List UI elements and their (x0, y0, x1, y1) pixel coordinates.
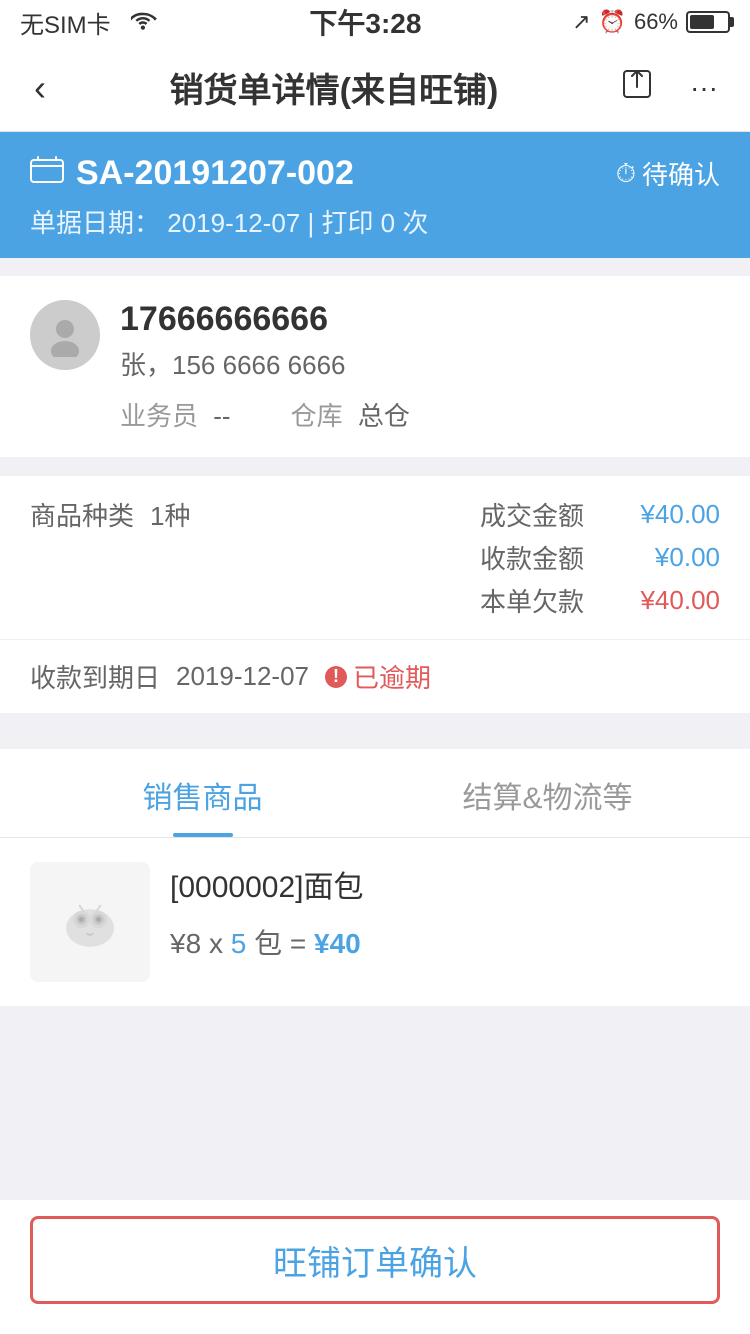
order-id-text: SA-20191207-002 (76, 154, 354, 193)
order-header-top: SA-20191207-002 ⏱ 待确认 (30, 154, 720, 193)
transaction-amount-row: 成交金额 ¥40.00 (480, 496, 720, 533)
received-amount-value: ¥0.00 (600, 542, 720, 573)
due-date-value: 2019-12-07 (176, 661, 309, 692)
status-clock-icon: ⏱ (616, 158, 636, 190)
owed-amount-row: 本单欠款 ¥40.00 (480, 582, 720, 619)
status-right: ↗ ⏰ 66% (572, 9, 730, 35)
product-thumbnail (30, 862, 150, 982)
tabs-section: 销售商品 结算&物流等 (0, 749, 750, 1006)
product-code: [0000002] (170, 871, 303, 904)
customer-phone: 17666666666 (120, 300, 720, 339)
order-icon (30, 154, 64, 193)
product-unit: 包 (254, 928, 282, 959)
status-text: 待确认 (642, 155, 720, 192)
transaction-amount-label: 成交金额 (480, 496, 584, 533)
status-bar: 无SIM卡 下午3:28 ↗ ⏰ 66% (0, 0, 750, 44)
overdue-text: 已逾期 (353, 658, 431, 695)
time-text: 下午3:28 (309, 8, 421, 39)
sales-rep-value: -- (213, 401, 230, 431)
avatar (30, 300, 100, 370)
product-type-info: 商品种类 1种 (30, 496, 190, 533)
more-button[interactable]: ··· (682, 64, 726, 112)
warehouse-label: 仓库 (291, 401, 343, 431)
tab-sales-label: 销售商品 (143, 782, 263, 815)
product-type-value: 1种 (150, 496, 190, 533)
battery-percentage: 66% (634, 9, 678, 35)
divider-2 (0, 713, 750, 731)
due-date-label: 收款到期日 (30, 658, 160, 695)
transaction-amount-value: ¥40.00 (600, 499, 720, 530)
sales-rep-item: 业务员 -- (120, 396, 231, 433)
customer-info: 17666666666 张，156 6666 6666 业务员 -- 仓库 总仓 (30, 300, 720, 433)
date-label: 单据日期： (30, 208, 160, 238)
received-amount-row: 收款金额 ¥0.00 (480, 539, 720, 576)
warehouse-value: 总仓 (358, 401, 410, 431)
sales-rep-label: 业务员 (120, 401, 198, 431)
order-date: 2019-12-07 (167, 208, 300, 238)
warehouse-item: 仓库 总仓 (291, 396, 410, 433)
product-total: ¥40 (314, 928, 361, 959)
due-date-section: 收款到期日 2019-12-07 ! 已逾期 (0, 639, 750, 713)
alarm-icon: ⏰ (599, 9, 626, 35)
page-title: 销货单详情(来自旺铺) (56, 63, 612, 112)
footer-btn-area: 旺铺订单确认 (0, 1200, 750, 1334)
order-id: SA-20191207-002 (30, 154, 354, 193)
received-amount-label: 收款金额 (480, 539, 584, 576)
tab-settlement[interactable]: 结算&物流等 (375, 749, 720, 837)
carrier-text: 无SIM卡 (20, 5, 159, 40)
owed-amount-label: 本单欠款 (480, 582, 584, 619)
location-icon: ↗ (572, 9, 590, 35)
confirm-order-button[interactable]: 旺铺订单确认 (30, 1216, 720, 1304)
share-button[interactable] (612, 59, 662, 116)
customer-name-phone: 张，156 6666 6666 (120, 345, 720, 382)
nav-actions: ··· (612, 59, 726, 116)
time-display: 下午3:28 (309, 2, 421, 42)
product-info: [0000002]面包 ¥8 x 5 包 = ¥40 (170, 862, 720, 982)
product-qty: 5 (231, 928, 247, 959)
product-unit-price: ¥8 (170, 928, 201, 959)
product-item: [0000002]面包 ¥8 x 5 包 = ¥40 (0, 838, 750, 1006)
battery-icon (686, 11, 730, 33)
print-info: | 打印 0 次 (307, 208, 428, 238)
nav-bar: ‹ 销货单详情(来自旺铺) ··· (0, 44, 750, 132)
product-name: [0000002]面包 (170, 862, 720, 906)
product-type-label: 商品种类 (30, 496, 134, 533)
order-date-line: 单据日期： 2019-12-07 | 打印 0 次 (30, 203, 720, 240)
customer-details: 17666666666 张，156 6666 6666 业务员 -- 仓库 总仓 (120, 300, 720, 433)
main-content: SA-20191207-002 ⏱ 待确认 单据日期： 2019-12-07 |… (0, 132, 750, 1146)
product-price: ¥8 x 5 包 = ¥40 (170, 922, 720, 962)
product-name-text: 面包 (303, 871, 363, 904)
wifi-icon (131, 12, 159, 39)
tab-settlement-label: 结算&物流等 (462, 782, 632, 815)
overdue-badge: ! 已逾期 (325, 658, 431, 695)
customer-meta: 业务员 -- 仓库 总仓 (120, 396, 720, 433)
order-status: ⏱ 待确认 (616, 155, 720, 192)
tab-sales-product[interactable]: 销售商品 (30, 749, 375, 837)
customer-card: 17666666666 张，156 6666 6666 业务员 -- 仓库 总仓 (0, 276, 750, 457)
owed-amount-value: ¥40.00 (600, 585, 720, 616)
tabs-header: 销售商品 结算&物流等 (0, 749, 750, 838)
price-equals: = (290, 928, 314, 959)
divider-1 (0, 457, 750, 475)
carrier-label: 无SIM卡 (20, 12, 111, 39)
order-header-card: SA-20191207-002 ⏱ 待确认 单据日期： 2019-12-07 |… (0, 132, 750, 258)
amounts-section: 商品种类 1种 成交金额 ¥40.00 收款金额 ¥0.00 本单欠款 ¥40.… (0, 475, 750, 639)
price-multiply: x (209, 928, 231, 959)
amounts-right: 成交金额 ¥40.00 收款金额 ¥0.00 本单欠款 ¥40.00 (480, 496, 720, 619)
back-button[interactable]: ‹ (24, 60, 56, 116)
overdue-dot-icon: ! (325, 666, 347, 688)
